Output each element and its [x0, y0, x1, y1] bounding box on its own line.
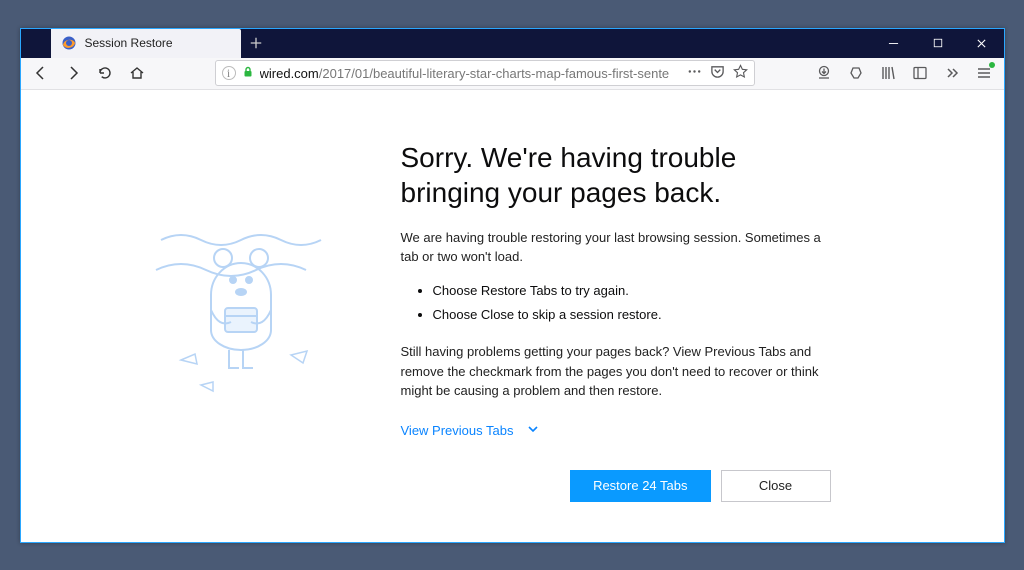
options-list: Choose Restore Tabs to try again. Choose…	[401, 279, 831, 328]
reload-button[interactable]	[91, 59, 119, 87]
content-area: Sorry. We're having trouble bringing you…	[21, 90, 1004, 542]
overflow-icon[interactable]	[938, 59, 966, 87]
intro-text: We are having trouble restoring your las…	[401, 228, 831, 267]
toolbar-right	[810, 59, 998, 87]
tab-session-restore[interactable]: Session Restore	[51, 29, 241, 59]
firefox-favicon	[61, 35, 77, 51]
home-button[interactable]	[123, 59, 151, 87]
window-controls	[872, 29, 1004, 59]
new-tab-button[interactable]	[241, 29, 271, 59]
restore-tabs-button[interactable]: Restore 24 Tabs	[570, 470, 710, 502]
view-previous-tabs-link[interactable]: View Previous Tabs	[401, 423, 831, 438]
minimize-button[interactable]	[872, 29, 916, 59]
button-row: Restore 24 Tabs Close	[471, 470, 831, 502]
forward-button[interactable]	[59, 59, 87, 87]
error-illustration	[81, 140, 401, 502]
chevron-down-icon	[527, 423, 539, 438]
help-text: Still having problems getting your pages…	[401, 342, 831, 401]
lock-icon	[242, 66, 254, 81]
view-previous-label: View Previous Tabs	[401, 423, 514, 438]
list-item: Choose Close to skip a session restore.	[433, 303, 831, 328]
message-column: Sorry. We're having trouble bringing you…	[401, 140, 831, 502]
url-bar[interactable]: i wired.com/2017/01/beautiful-literary-s…	[215, 60, 755, 86]
sidebar-icon[interactable]	[906, 59, 934, 87]
bookmark-star-icon[interactable]	[733, 64, 748, 82]
url-actions	[687, 64, 748, 82]
downloads-icon[interactable]	[810, 59, 838, 87]
browser-window: Session Restore i wired.com/2017/01/beau…	[20, 28, 1005, 543]
maximize-button[interactable]	[916, 29, 960, 59]
site-info-icon[interactable]: i	[222, 66, 236, 80]
close-window-button[interactable]	[960, 29, 1004, 59]
titlebar: Session Restore	[21, 29, 1004, 59]
back-button[interactable]	[27, 59, 55, 87]
library-icon[interactable]	[874, 59, 902, 87]
tab-title: Session Restore	[85, 36, 231, 50]
navbar: i wired.com/2017/01/beautiful-literary-s…	[21, 58, 1004, 90]
notification-icon[interactable]	[842, 59, 870, 87]
pocket-icon[interactable]	[710, 64, 725, 82]
page-title: Sorry. We're having trouble bringing you…	[401, 140, 831, 210]
close-button[interactable]: Close	[721, 470, 831, 502]
page-actions-icon[interactable]	[687, 64, 702, 82]
list-item: Choose Restore Tabs to try again.	[433, 279, 831, 304]
url-text: wired.com/2017/01/beautiful-literary-sta…	[260, 66, 681, 81]
menu-button[interactable]	[970, 59, 998, 87]
